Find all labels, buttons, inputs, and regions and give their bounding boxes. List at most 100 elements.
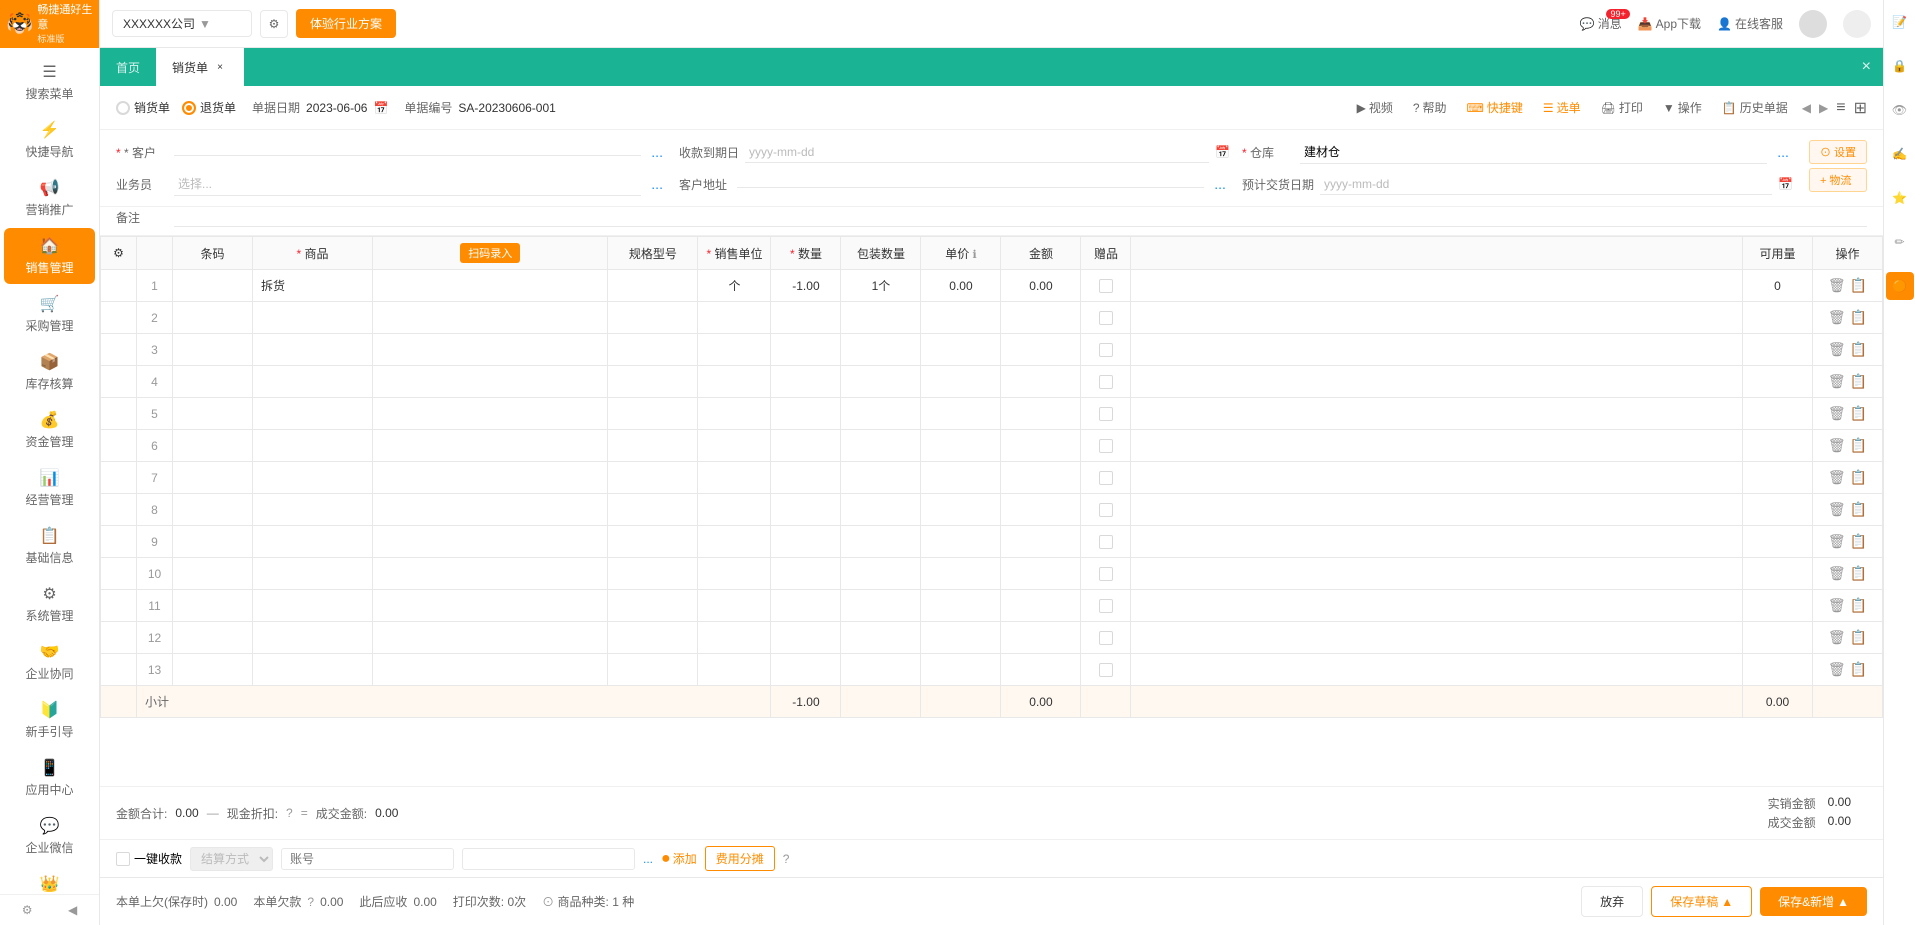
company-selector[interactable]: XXXXXX公司 ▼ xyxy=(112,10,252,37)
cell-spec[interactable] xyxy=(608,622,698,654)
cell-pkgqty[interactable] xyxy=(841,590,921,622)
one-click-checkbox[interactable]: 一键收款 xyxy=(116,850,182,867)
cell-barcode[interactable] xyxy=(173,494,253,526)
copy-icon[interactable]: 📋 xyxy=(1850,309,1867,326)
cell-spec[interactable] xyxy=(608,590,698,622)
cell-amount[interactable] xyxy=(1001,590,1081,622)
cell-spec[interactable] xyxy=(608,430,698,462)
cell-barcode[interactable] xyxy=(173,334,253,366)
cell-barcode[interactable] xyxy=(173,302,253,334)
cell-qty[interactable] xyxy=(771,622,841,654)
tab-sales-order[interactable]: 销货单 × xyxy=(156,48,244,86)
logistics-button[interactable]: + 物流 xyxy=(1809,168,1867,192)
cell-pkgqty[interactable] xyxy=(841,334,921,366)
sidebar-item-guide[interactable]: 🔰 新手引导 xyxy=(4,692,95,748)
sidebar-item-operations[interactable]: 📊 经营管理 xyxy=(4,460,95,516)
cell-qty[interactable] xyxy=(771,398,841,430)
sidebar-item-inventory[interactable]: 📦 库存核算 xyxy=(4,344,95,400)
cell-spec[interactable] xyxy=(608,462,698,494)
salesperson-dots[interactable]: ... xyxy=(647,176,667,192)
right-panel-eye-icon[interactable]: 👁 xyxy=(1886,96,1914,124)
sidebar-settings-icon[interactable]: ⚙ xyxy=(22,903,33,917)
cell-amount[interactable] xyxy=(1001,526,1081,558)
delete-icon[interactable]: 🗑 xyxy=(1828,437,1846,454)
cell-spec[interactable] xyxy=(608,398,698,430)
cell-gift[interactable] xyxy=(1081,398,1131,430)
sidebar-item-wechat[interactable]: 💬 企业微信 xyxy=(4,808,95,864)
cell-product[interactable] xyxy=(253,462,373,494)
sidebar-collapse-icon[interactable]: ◀ xyxy=(68,903,77,917)
right-panel-star-icon[interactable]: ⭐ xyxy=(1886,184,1914,212)
right-panel-edit-icon[interactable]: 📝 xyxy=(1886,8,1914,36)
amount-input[interactable] xyxy=(462,848,635,870)
action-print[interactable]: 🖨 打印 xyxy=(1595,96,1649,119)
copy-icon[interactable]: 📋 xyxy=(1850,661,1867,678)
cell-barcode[interactable] xyxy=(173,270,253,302)
cell-price[interactable] xyxy=(921,302,1001,334)
cell-unit[interactable] xyxy=(698,302,771,334)
cell-unit[interactable] xyxy=(698,654,771,686)
action-help[interactable]: ? 帮助 xyxy=(1407,96,1453,119)
delivery-date-calendar-icon[interactable]: 📅 xyxy=(1778,177,1793,191)
cell-pkgqty[interactable] xyxy=(841,462,921,494)
action-operate[interactable]: ▼ 操作 xyxy=(1657,96,1708,119)
list-view-icon[interactable]: ≡ xyxy=(1836,99,1845,117)
trial-button[interactable]: 体验行业方案 xyxy=(296,9,396,38)
receipt-date-input[interactable]: yyyy-mm-dd xyxy=(745,142,1209,163)
cell-gift[interactable] xyxy=(1081,334,1131,366)
sidebar-item-quick-nav[interactable]: ⚡ 快捷导航 xyxy=(4,112,95,168)
dots-icon[interactable]: ... xyxy=(643,852,653,866)
sidebar-item-basic[interactable]: 📋 基础信息 xyxy=(4,518,95,574)
delivery-date-input[interactable]: yyyy-mm-dd xyxy=(1320,174,1772,195)
cell-gift[interactable] xyxy=(1081,558,1131,590)
customer-address-input[interactable] xyxy=(737,181,1204,188)
cell-qty[interactable] xyxy=(771,334,841,366)
copy-icon[interactable]: 📋 xyxy=(1850,501,1867,518)
remarks-input[interactable] xyxy=(174,207,1867,227)
cell-gift[interactable] xyxy=(1081,366,1131,398)
delete-icon[interactable]: 🗑 xyxy=(1828,469,1846,486)
sidebar-item-search[interactable]: ☰ 搜索菜单 xyxy=(4,54,95,110)
cell-amount[interactable]: 0.00 xyxy=(1001,270,1081,302)
cell-amount[interactable] xyxy=(1001,494,1081,526)
tab-bar-close-icon[interactable]: × xyxy=(1862,58,1883,76)
th-scan[interactable]: 扫码录入 xyxy=(373,237,608,270)
cell-price[interactable] xyxy=(921,334,1001,366)
expense-help-icon[interactable]: ? xyxy=(783,852,790,866)
cell-gift[interactable] xyxy=(1081,494,1131,526)
delete-icon[interactable]: 🗑 xyxy=(1828,565,1846,582)
copy-icon[interactable]: 📋 xyxy=(1850,629,1867,646)
cell-pkgqty[interactable] xyxy=(841,558,921,590)
help-icon2[interactable]: ? xyxy=(307,895,314,909)
grid-view-icon[interactable]: ⊞ xyxy=(1854,98,1867,118)
cell-unit[interactable] xyxy=(698,494,771,526)
cell-price[interactable] xyxy=(921,462,1001,494)
cell-amount[interactable] xyxy=(1001,334,1081,366)
action-shortcut[interactable]: ⌨ 快捷键 xyxy=(1461,96,1529,119)
cell-amount[interactable] xyxy=(1001,462,1081,494)
action-history[interactable]: 📋 历史单据 xyxy=(1716,96,1794,119)
warehouse-dots[interactable]: ... xyxy=(1773,144,1793,160)
cell-price[interactable] xyxy=(921,398,1001,430)
cell-barcode[interactable] xyxy=(173,366,253,398)
cell-barcode[interactable] xyxy=(173,622,253,654)
cell-amount[interactable] xyxy=(1001,366,1081,398)
cell-spec[interactable] xyxy=(608,366,698,398)
expense-split-button[interactable]: 费用分摊 xyxy=(705,846,775,871)
cell-gift[interactable] xyxy=(1081,270,1131,302)
cell-pkgqty[interactable] xyxy=(841,494,921,526)
radio-return[interactable]: 退货单 xyxy=(182,99,236,116)
cell-product[interactable] xyxy=(253,302,373,334)
cell-amount[interactable] xyxy=(1001,622,1081,654)
cell-qty[interactable] xyxy=(771,462,841,494)
cell-unit[interactable] xyxy=(698,334,771,366)
calc-method-select[interactable]: 结算方式 xyxy=(190,847,273,871)
cell-amount[interactable] xyxy=(1001,398,1081,430)
cell-product[interactable] xyxy=(253,526,373,558)
cell-product[interactable] xyxy=(253,398,373,430)
cell-price[interactable] xyxy=(921,590,1001,622)
cell-pkgqty[interactable] xyxy=(841,302,921,334)
cell-gift[interactable] xyxy=(1081,302,1131,334)
cell-pkgqty[interactable] xyxy=(841,622,921,654)
th-gear[interactable]: ⚙ xyxy=(101,237,137,270)
